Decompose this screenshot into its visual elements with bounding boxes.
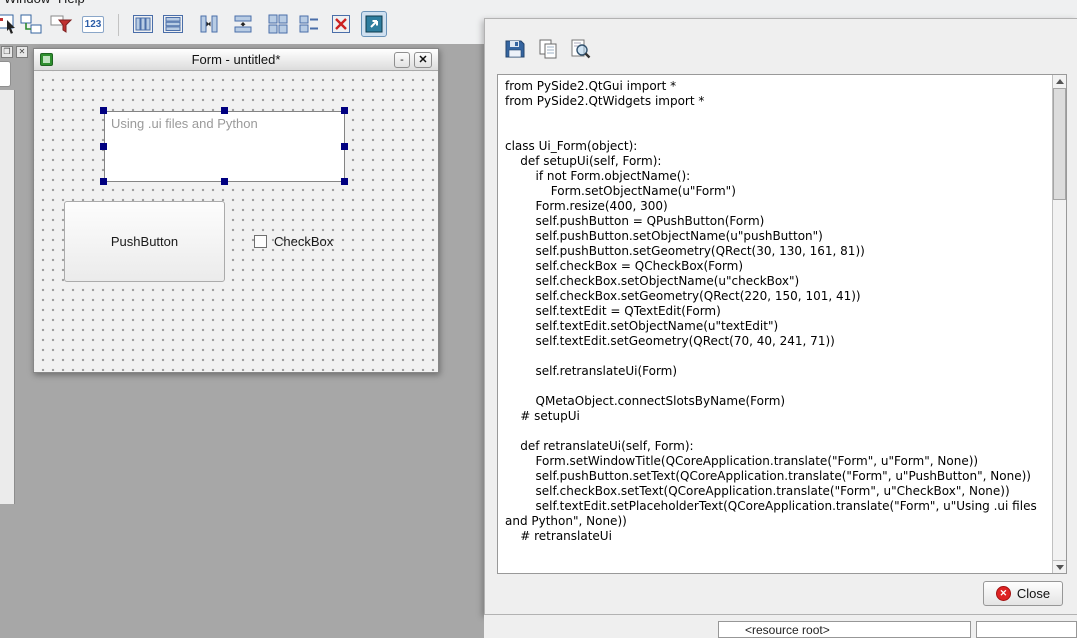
- checkbox-widget[interactable]: CheckBox: [254, 221, 355, 262]
- scroll-up-icon[interactable]: [1053, 75, 1066, 88]
- scroll-down-icon[interactable]: [1053, 560, 1066, 573]
- code-preview-dialog: from PySide2.QtGui import * from PySide2…: [484, 18, 1077, 615]
- code-scrollbar[interactable]: [1052, 75, 1066, 573]
- adjust-size-icon[interactable]: [361, 11, 387, 37]
- dock-float-icon[interactable]: ❐: [1, 46, 13, 58]
- save-icon[interactable]: [502, 36, 528, 62]
- close-x-icon: ✕: [996, 586, 1011, 601]
- edit-tab-order-icon[interactable]: 123: [80, 11, 106, 37]
- layout-grid-icon[interactable]: [265, 11, 291, 37]
- resource-preview-box[interactable]: [976, 621, 1077, 638]
- textedit-placeholder: Using .ui files and Python: [105, 112, 344, 135]
- selection-handle-bottom-mid[interactable]: [221, 178, 228, 185]
- form-close-button[interactable]: ✕: [414, 52, 432, 68]
- resource-root-item[interactable]: <resource root>: [718, 621, 971, 638]
- scrollbar-thumb[interactable]: [1053, 88, 1066, 200]
- selection-handle-mid-left[interactable]: [100, 143, 107, 150]
- close-button-label: Close: [1017, 586, 1050, 601]
- selection-handle-top-right[interactable]: [341, 107, 348, 114]
- selection-handle-top-left[interactable]: [100, 107, 107, 114]
- edit-widgets-icon[interactable]: [0, 11, 19, 37]
- edit-signals-slots-icon[interactable]: [18, 11, 44, 37]
- copy-icon[interactable]: [535, 36, 561, 62]
- form-canvas[interactable]: Using .ui files and Python PushButton Ch…: [34, 71, 438, 371]
- checkbox-box[interactable]: [254, 235, 267, 248]
- resource-browser-strip: <resource root>: [484, 615, 1077, 638]
- layout-horizontal-icon[interactable]: [130, 11, 156, 37]
- toolbar-separator: [118, 14, 119, 36]
- menu-help[interactable]: Help: [58, 0, 85, 7]
- break-layout-icon[interactable]: [328, 11, 354, 37]
- layout-vertical-splitter-icon[interactable]: [230, 11, 256, 37]
- checkbox-label: CheckBox: [274, 234, 333, 249]
- dock-scroll-strip[interactable]: [0, 90, 15, 504]
- selection-handle-top-mid[interactable]: [221, 107, 228, 114]
- form-minimize-button[interactable]: -: [394, 52, 410, 68]
- main-toolbar: 123: [0, 8, 480, 44]
- dock-close-icon[interactable]: ✕: [16, 46, 28, 58]
- layout-vertical-icon[interactable]: [160, 11, 186, 37]
- close-button[interactable]: ✕ Close: [983, 581, 1063, 606]
- widget-filter-input[interactable]: [0, 61, 11, 87]
- menu-bar: Window Help: [0, 0, 1077, 7]
- qt-designer-window: Window Help 123: [0, 0, 1077, 638]
- selection-handle-bottom-right[interactable]: [341, 178, 348, 185]
- form-editor-window: Form - untitled* - ✕ Using .ui files and…: [33, 48, 439, 373]
- tab-order-glyph: 123: [82, 16, 105, 33]
- form-titlebar[interactable]: Form - untitled* - ✕: [34, 49, 438, 71]
- dock-titlebar: ❐ ✕: [1, 46, 28, 58]
- layout-form-icon[interactable]: [296, 11, 322, 37]
- form-title: Form - untitled*: [34, 52, 438, 67]
- pushbutton-widget[interactable]: PushButton: [64, 201, 225, 282]
- generated-code[interactable]: from PySide2.QtGui import * from PySide2…: [498, 75, 1066, 548]
- edit-buddies-icon[interactable]: [48, 11, 74, 37]
- code-view[interactable]: from PySide2.QtGui import * from PySide2…: [497, 74, 1067, 574]
- menu-window[interactable]: Window: [4, 0, 50, 7]
- find-icon[interactable]: [567, 36, 593, 62]
- selection-handle-bottom-left[interactable]: [100, 178, 107, 185]
- selection-handle-mid-right[interactable]: [341, 143, 348, 150]
- textedit-widget[interactable]: Using .ui files and Python: [104, 111, 345, 182]
- layout-horizontal-splitter-icon[interactable]: [196, 11, 222, 37]
